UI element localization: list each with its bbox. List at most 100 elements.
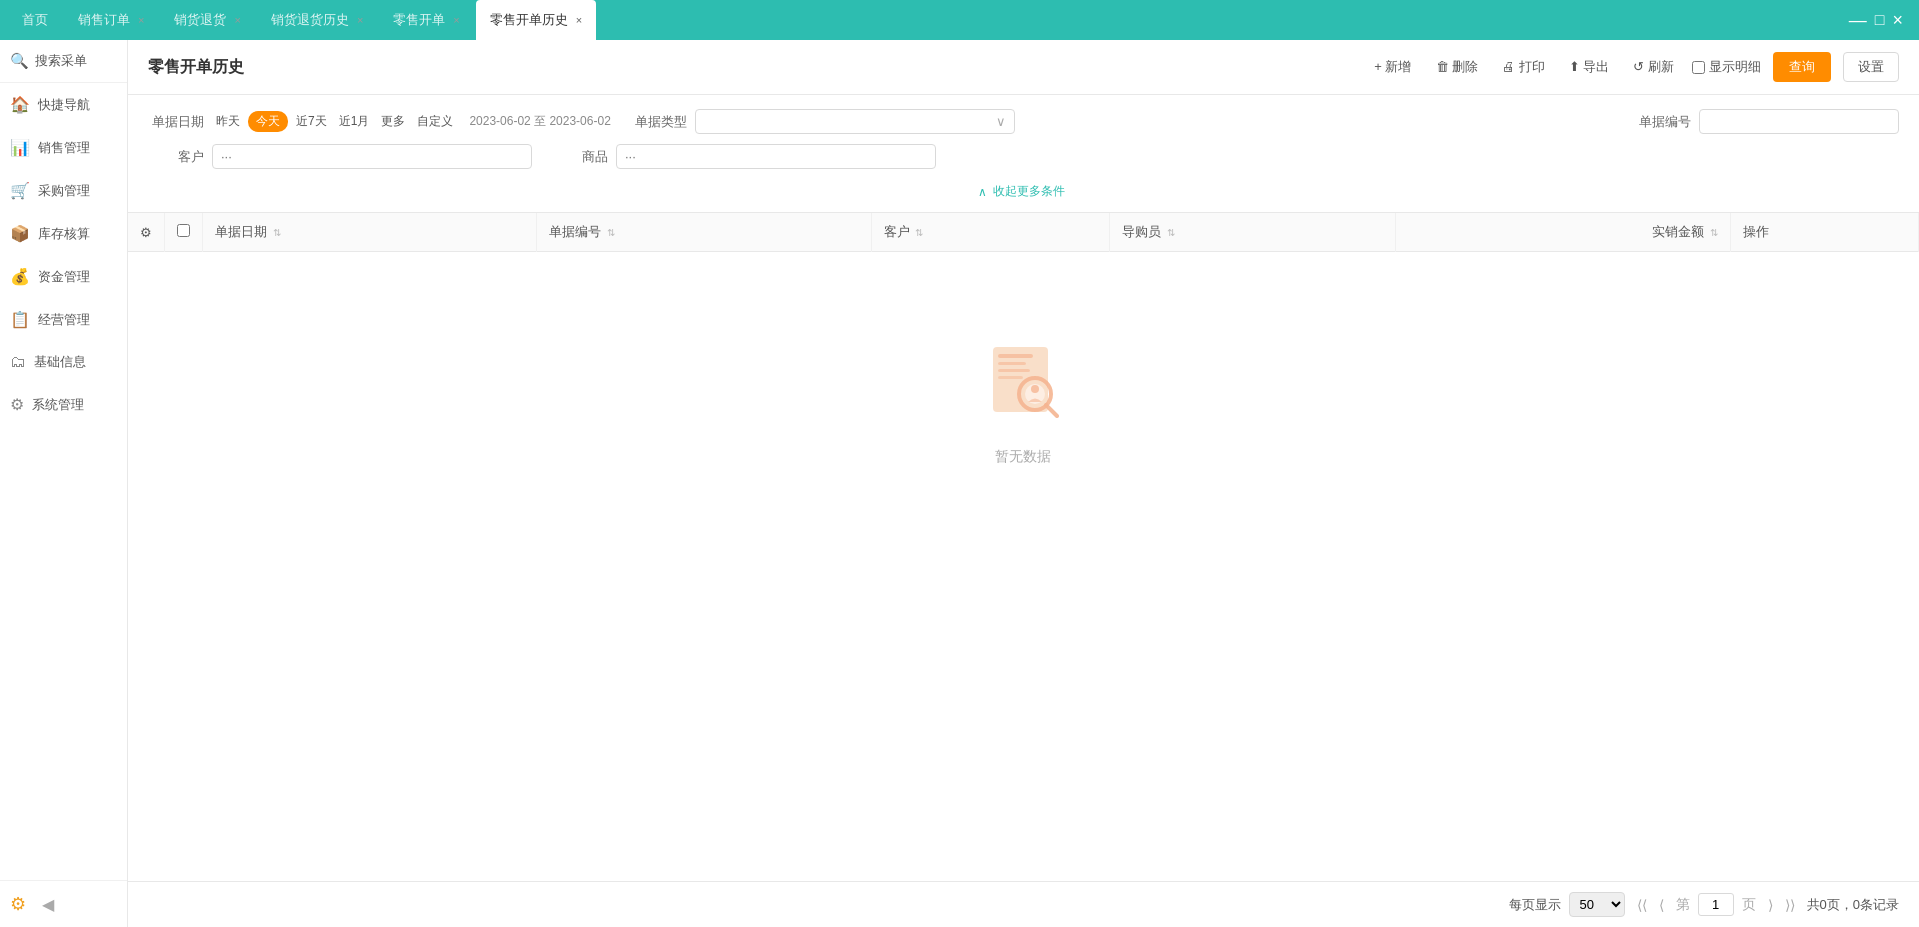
sidebar-collapse-icon[interactable]: ◀ xyxy=(42,895,54,914)
col-salesperson[interactable]: 导购员 ⇅ xyxy=(1110,213,1396,252)
tab-return-history[interactable]: 销货退货历史 × xyxy=(257,0,377,40)
sidebar-item-operations-label: 经营管理 xyxy=(38,311,90,329)
sort-amount-icon[interactable]: ⇅ xyxy=(1710,227,1718,238)
tab-retail-history[interactable]: 零售开单历史 × xyxy=(476,0,596,40)
window-minimize-btn[interactable]: — xyxy=(1849,10,1867,31)
sidebar-item-finance-label: 资金管理 xyxy=(38,268,90,286)
collapse-row[interactable]: ∧ 收起更多条件 xyxy=(148,179,1899,204)
sidebar-item-basicinfo[interactable]: 🗂 基础信息 xyxy=(0,341,127,383)
tab-return-history-close[interactable]: × xyxy=(357,14,363,26)
last-page-btn[interactable]: ⟩⟩ xyxy=(1781,895,1799,915)
date-opt-1month[interactable]: 近1月 xyxy=(335,111,374,132)
col-customer[interactable]: 客户 ⇅ xyxy=(871,213,1109,252)
type-select[interactable]: ∨ xyxy=(695,109,1015,134)
col-settings[interactable]: ⚙ xyxy=(128,213,165,252)
total-label: 共0页，0条记录 xyxy=(1807,896,1899,914)
sidebar-item-finance[interactable]: 💰 资金管理 xyxy=(0,255,127,298)
tab-bar: 首页 销售订单 × 销货退货 × 销货退货历史 × 零售开单 × 零售开单历史 … xyxy=(0,0,1919,40)
prev-page-btn[interactable]: ⟨ xyxy=(1655,895,1668,915)
finance-icon: 💰 xyxy=(10,267,30,286)
show-detail-toggle[interactable]: 显示明细 xyxy=(1692,58,1761,76)
col-number[interactable]: 单据编号 ⇅ xyxy=(537,213,871,252)
filter-date: 单据日期 昨天 今天 近7天 近1月 更多 自定义 2023-06-02 至 2… xyxy=(148,111,611,132)
empty-row: 暂无数据 xyxy=(128,252,1919,547)
tab-sales-order[interactable]: 销售订单 × xyxy=(64,0,158,40)
sidebar-item-sales[interactable]: 📊 销售管理 xyxy=(0,126,127,169)
col-checkbox[interactable] xyxy=(165,213,203,252)
sort-date-icon[interactable]: ⇅ xyxy=(273,227,281,238)
page-header: 零售开单历史 + 新增 🗑 删除 🖨 打印 ⬆ 导出 ↺ 刷新 显示明细 查询 … xyxy=(128,40,1919,95)
col-date[interactable]: 单据日期 ⇅ xyxy=(203,213,537,252)
per-page-label: 每页显示 xyxy=(1509,896,1561,914)
sidebar-item-sysadmin[interactable]: ⚙ 系统管理 xyxy=(0,383,127,426)
filter-product: 商品 xyxy=(552,144,936,169)
date-opt-custom[interactable]: 自定义 xyxy=(413,111,457,132)
filter-row-2: 客户 商品 xyxy=(148,144,1899,169)
chevron-down-icon: ∨ xyxy=(996,114,1006,129)
search-icon: 🔍 xyxy=(10,52,29,70)
toolbar: + 新增 🗑 删除 🖨 打印 ⬆ 导出 ↺ 刷新 显示明细 查询 设置 xyxy=(1368,52,1899,82)
pagination-bar: 每页显示 50 10 20 100 ⟨⟨ ⟨ 第 页 ⟩ ⟩⟩ 共0页，0条记录 xyxy=(128,881,1919,927)
sidebar-item-inventory[interactable]: 📦 库存核算 xyxy=(0,212,127,255)
number-input[interactable] xyxy=(1699,109,1899,134)
tab-return-close[interactable]: × xyxy=(234,14,240,26)
sidebar-item-quicknav[interactable]: 🏠 快捷导航 xyxy=(0,83,127,126)
window-close-btn[interactable]: × xyxy=(1892,10,1903,31)
first-page-btn[interactable]: ⟨⟨ xyxy=(1633,895,1651,915)
product-input[interactable] xyxy=(616,144,936,169)
tab-retail-history-close[interactable]: × xyxy=(576,14,582,26)
tab-home[interactable]: 首页 xyxy=(8,0,62,40)
tab-retail-close[interactable]: × xyxy=(453,14,459,26)
filter-customer: 客户 xyxy=(148,144,532,169)
show-detail-checkbox[interactable] xyxy=(1692,61,1705,74)
operations-icon: 📋 xyxy=(10,310,30,329)
next-page-btn[interactable]: ⟩ xyxy=(1764,895,1777,915)
window-maximize-btn[interactable]: □ xyxy=(1875,11,1885,29)
inventory-icon: 📦 xyxy=(10,224,30,243)
delete-button[interactable]: 🗑 删除 xyxy=(1430,54,1485,80)
collapse-label: 收起更多条件 xyxy=(993,183,1065,200)
sort-salesperson-icon[interactable]: ⇅ xyxy=(1167,227,1175,238)
date-opt-more[interactable]: 更多 xyxy=(377,111,409,132)
tab-retail-label: 零售开单 xyxy=(393,11,445,29)
window-controls: — □ × xyxy=(1849,10,1911,31)
customer-input[interactable] xyxy=(212,144,532,169)
setting-button[interactable]: 设置 xyxy=(1843,52,1899,82)
sidebar-settings-icon[interactable]: ⚙ xyxy=(10,893,26,915)
select-all-checkbox[interactable] xyxy=(177,224,190,237)
settings-icon[interactable]: ⚙ xyxy=(140,225,152,240)
sort-number-icon[interactable]: ⇅ xyxy=(607,227,615,238)
sort-customer-icon[interactable]: ⇅ xyxy=(915,227,923,238)
svg-rect-1 xyxy=(998,354,1033,358)
print-button[interactable]: 🖨 打印 xyxy=(1496,54,1551,80)
tab-sales-order-label: 销售订单 xyxy=(78,11,130,29)
col-ops: 操作 xyxy=(1730,213,1918,252)
table-body: 暂无数据 xyxy=(128,252,1919,547)
basicinfo-icon: 🗂 xyxy=(10,353,26,371)
sidebar-item-purchase-label: 采购管理 xyxy=(38,182,90,200)
filter-number-label: 单据编号 xyxy=(1635,113,1691,131)
tab-sales-order-close[interactable]: × xyxy=(138,14,144,26)
sidebar-bottom: ⚙ ◀ xyxy=(0,880,127,927)
query-button[interactable]: 查询 xyxy=(1773,52,1831,82)
date-opt-today[interactable]: 今天 xyxy=(248,111,288,132)
tab-return-label: 销货退货 xyxy=(174,11,226,29)
current-page-input[interactable] xyxy=(1698,893,1734,916)
tab-return[interactable]: 销货退货 × xyxy=(160,0,254,40)
export-button[interactable]: ⬆ 导出 xyxy=(1563,54,1616,80)
tab-home-label: 首页 xyxy=(22,11,48,29)
tab-retail[interactable]: 零售开单 × xyxy=(379,0,473,40)
sidebar-item-operations[interactable]: 📋 经营管理 xyxy=(0,298,127,341)
tabs-container: 首页 销售订单 × 销货退货 × 销货退货历史 × 零售开单 × 零售开单历史 … xyxy=(8,0,596,40)
add-button[interactable]: + 新增 xyxy=(1368,54,1417,80)
date-range-display: 2023-06-02 至 2023-06-02 xyxy=(469,113,610,130)
col-amount-label: 实销金额 xyxy=(1652,224,1704,239)
svg-line-7 xyxy=(1046,405,1057,416)
sidebar-item-purchase[interactable]: 🛒 采购管理 xyxy=(0,169,127,212)
date-opt-7days[interactable]: 近7天 xyxy=(292,111,331,132)
refresh-button[interactable]: ↺ 刷新 xyxy=(1627,54,1680,80)
sidebar-search[interactable]: 🔍 搜索采单 xyxy=(0,40,127,83)
col-amount[interactable]: 实销金额 ⇅ xyxy=(1396,213,1730,252)
date-opt-yesterday[interactable]: 昨天 xyxy=(212,111,244,132)
per-page-select[interactable]: 50 10 20 100 xyxy=(1569,892,1625,917)
